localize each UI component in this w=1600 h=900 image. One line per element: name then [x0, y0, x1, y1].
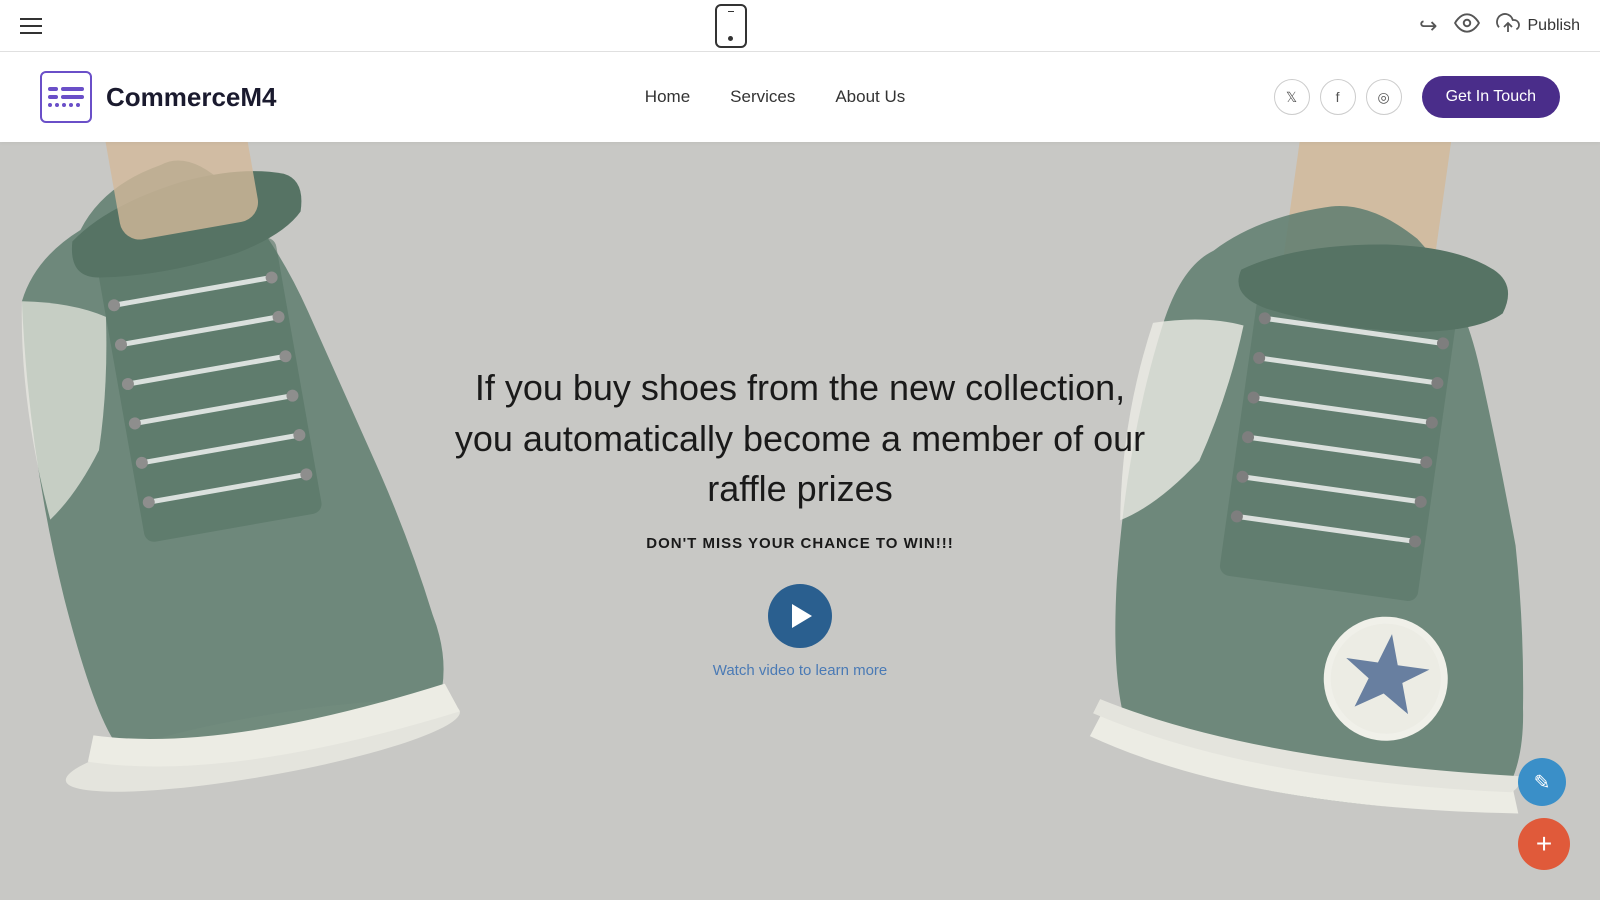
logo-area: CommerceM4: [40, 71, 277, 123]
twitter-button[interactable]: 𝕏: [1274, 79, 1310, 115]
toolbar: ↩ Publish: [0, 0, 1600, 52]
social-area: 𝕏 f ◎ Get In Touch: [1274, 76, 1560, 118]
edit-pencil-icon: ✎: [1534, 770, 1551, 795]
upload-icon: [1496, 11, 1520, 40]
add-fab-button[interactable]: +: [1518, 818, 1570, 870]
logo-dot: [48, 103, 52, 107]
hero-background: If you buy shoes from the new collection…: [0, 142, 1600, 900]
logo-bar: [48, 95, 58, 99]
hero-section: If you buy shoes from the new collection…: [0, 142, 1600, 900]
site-header: CommerceM4 Home Services About Us 𝕏 f ◎ …: [0, 52, 1600, 142]
add-plus-icon: +: [1536, 828, 1552, 860]
publish-button[interactable]: Publish: [1496, 11, 1580, 40]
video-play-area: Watch video to learn more: [713, 584, 888, 679]
logo-dot: [55, 103, 59, 107]
publish-label: Publish: [1528, 17, 1580, 35]
logo-row-2: [48, 95, 84, 99]
logo-icon: [40, 71, 92, 123]
edit-fab-button[interactable]: ✎: [1518, 758, 1566, 806]
nav-area: Home Services About Us: [645, 87, 905, 107]
toolbar-center: [715, 4, 747, 48]
get-in-touch-button[interactable]: Get In Touch: [1422, 76, 1560, 118]
logo-bar: [48, 87, 58, 91]
hero-subheadline: DON'T MISS YOUR CHANCE TO WIN!!!: [646, 535, 954, 552]
nav-about-us[interactable]: About Us: [835, 87, 905, 107]
toolbar-left: [20, 18, 42, 34]
logo-row-3: [48, 103, 84, 107]
twitter-icon: 𝕏: [1286, 89, 1297, 106]
play-triangle-icon: [792, 604, 812, 628]
facebook-icon: f: [1336, 89, 1340, 105]
fab-area: ✎ +: [1518, 758, 1570, 870]
logo-dot: [62, 103, 66, 107]
play-button[interactable]: [768, 584, 832, 648]
hero-content: If you buy shoes from the new collection…: [0, 142, 1600, 900]
instagram-icon: ◎: [1377, 89, 1389, 106]
mobile-preview-icon[interactable]: [715, 4, 747, 48]
nav-services[interactable]: Services: [730, 87, 795, 107]
logo-dot: [76, 103, 80, 107]
hamburger-menu-icon[interactable]: [20, 18, 42, 34]
toolbar-right: ↩ Publish: [1419, 10, 1580, 41]
logo-bar: [61, 87, 84, 91]
preview-icon[interactable]: [1454, 10, 1480, 41]
instagram-button[interactable]: ◎: [1366, 79, 1402, 115]
logo-row-1: [48, 87, 84, 91]
logo-bar: [61, 95, 84, 99]
site-title: CommerceM4: [106, 82, 277, 113]
nav-home[interactable]: Home: [645, 87, 690, 107]
facebook-button[interactable]: f: [1320, 79, 1356, 115]
hero-headline: If you buy shoes from the new collection…: [450, 363, 1150, 514]
undo-icon[interactable]: ↩: [1419, 13, 1437, 39]
logo-dot: [69, 103, 73, 107]
watch-video-link[interactable]: Watch video to learn more: [713, 662, 888, 679]
